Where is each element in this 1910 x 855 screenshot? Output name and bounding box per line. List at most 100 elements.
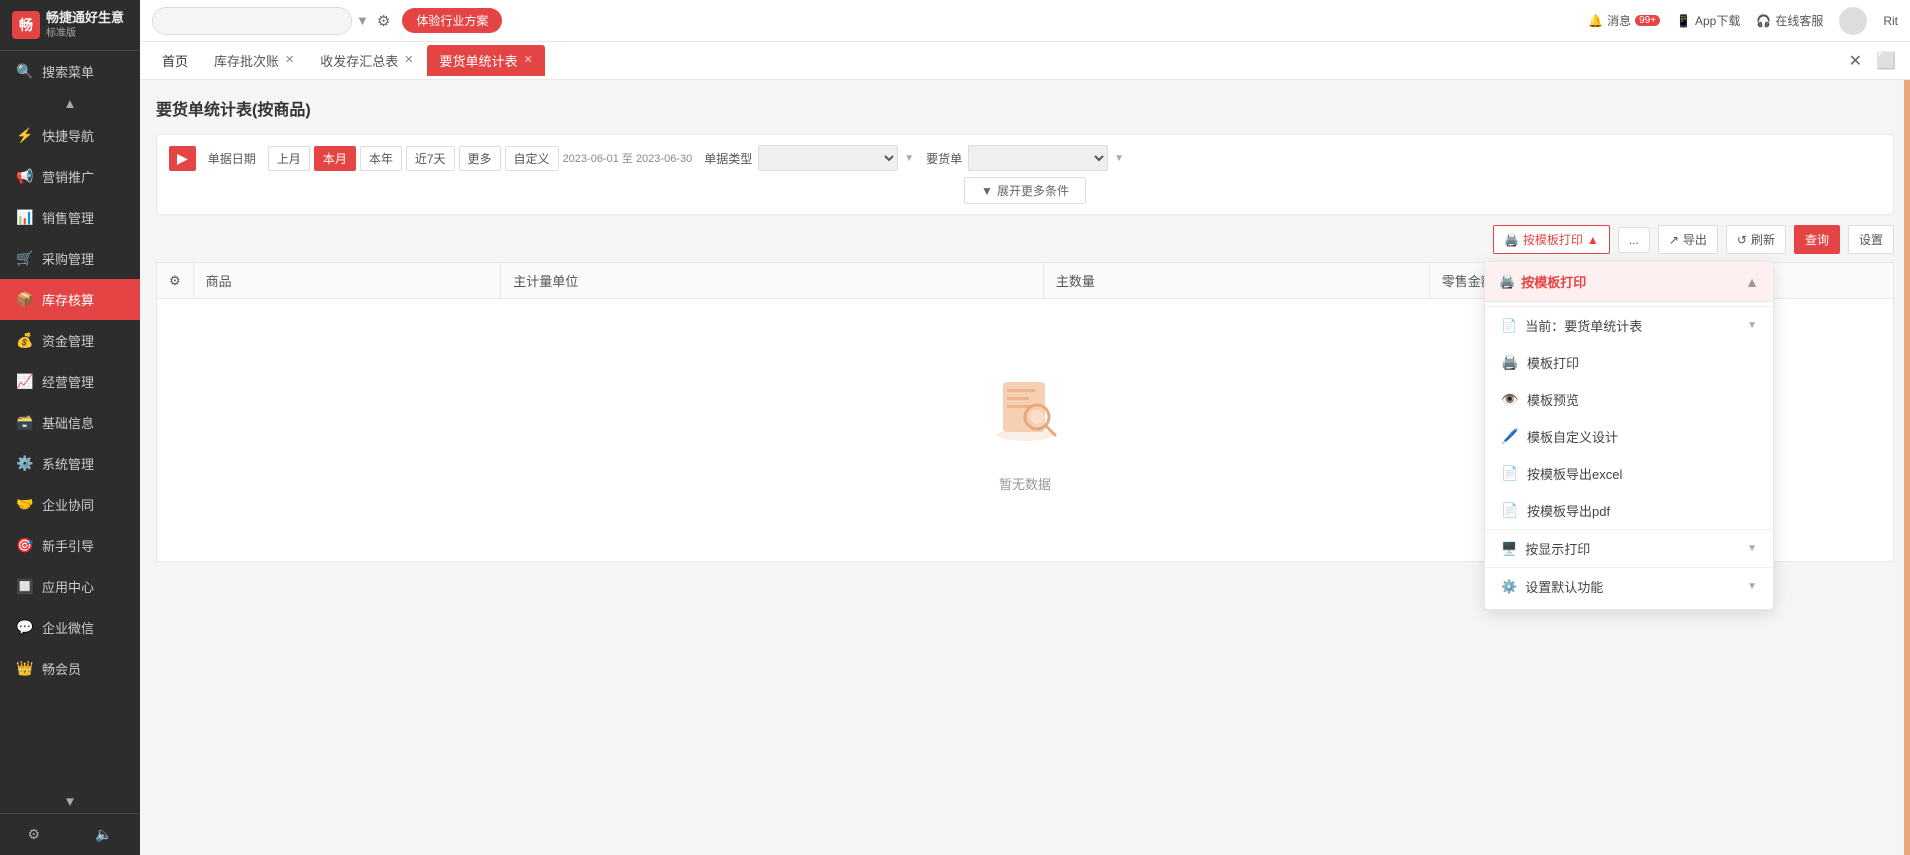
tab-restore-btn[interactable]: ⬜ <box>1872 49 1900 73</box>
sidebar-item-label: 采购管理 <box>42 249 94 268</box>
print-dropdown-icon: 🖨️ <box>1499 274 1515 290</box>
tab-home[interactable]: 首页 <box>150 45 200 76</box>
online-service-button[interactable]: 🎧 在线客服 <box>1756 12 1823 29</box>
sidebar-item-label: 资金管理 <box>42 331 94 350</box>
sidebar-item-label: 基础信息 <box>42 413 94 432</box>
set-default-item[interactable]: ⚙️ 设置默认功能 ▼ <box>1485 567 1773 605</box>
trial-button[interactable]: 体验行业方案 <box>402 8 502 33</box>
messages-button[interactable]: 🔔 消息 99+ <box>1588 12 1660 29</box>
headset-icon: 🎧 <box>1756 14 1771 28</box>
purchase-icon: 🛒 <box>16 249 34 267</box>
sidebar-item-label: 搜索菜单 <box>42 62 94 81</box>
refresh-label: 刷新 <box>1751 231 1775 248</box>
tab-close-all-btn[interactable]: ✕ <box>1845 49 1866 73</box>
settings-table-btn[interactable]: 设置 <box>1848 225 1894 254</box>
sidebar-item-label: 应用中心 <box>42 577 94 596</box>
sidebar-item-search[interactable]: 🔍 搜索菜单 <box>0 51 140 92</box>
date-current-year-btn[interactable]: 本年 <box>360 146 402 171</box>
finance-icon: 💰 <box>16 331 34 349</box>
more-label: ... <box>1629 233 1639 247</box>
print-dropdown-header: 🖨️ 按模板打印 ▲ <box>1485 262 1773 302</box>
topbar-right: 🔔 消息 99+ 📱 App下载 🎧 在线客服 Rit <box>1588 7 1898 35</box>
sidebar-item-purchase[interactable]: 🛒 采购管理 <box>0 238 140 279</box>
col-unit: 主计量单位 <box>501 263 1044 299</box>
print-dropdown: 🖨️ 按模板打印 ▲ 📄 当前：要货单统计表 ▼ 🖨️ <box>1484 261 1774 610</box>
sidebar-item-finance[interactable]: 💰 资金管理 <box>0 320 140 361</box>
order-type-label: 要货单 <box>926 150 962 167</box>
app-name: 畅捷通好生意 <box>46 10 124 27</box>
sidebar-item-sales[interactable]: 📊 销售管理 <box>0 197 140 238</box>
design-icon: 🖊️ <box>1501 428 1519 445</box>
messages-label: 消息 <box>1607 12 1631 29</box>
tab-batch[interactable]: 库存批次账 ✕ <box>202 45 306 76</box>
sidebar-item-collab[interactable]: 🤝 企业协同 <box>0 484 140 525</box>
template-design-item[interactable]: 🖊️ 模板自定义设计 <box>1485 418 1773 455</box>
query-btn[interactable]: 查询 <box>1794 225 1840 254</box>
print-dropdown-close-btn[interactable]: ▲ <box>1745 274 1759 290</box>
print-template-btn[interactable]: 🖨️ 按模板打印 ▲ <box>1493 225 1610 254</box>
guide-icon: 🎯 <box>16 536 34 554</box>
topbar-chevron-icon[interactable]: ▼ <box>356 13 369 28</box>
app-logo-text: 畅捷通好生意 标准版 <box>46 10 124 40</box>
operation-icon: 📈 <box>16 372 34 390</box>
date-prev-month-btn[interactable]: 上月 <box>268 146 310 171</box>
display-print-label: 按显示打印 <box>1525 539 1590 558</box>
sidebar-scroll-up[interactable]: ▲ <box>0 92 140 115</box>
tab-order-stat-close[interactable]: ✕ <box>524 55 533 66</box>
messages-badge: 99+ <box>1635 15 1660 26</box>
refresh-btn[interactable]: ↺ 刷新 <box>1726 225 1786 254</box>
topbar-search-input[interactable] <box>152 7 352 35</box>
template-preview-item[interactable]: 👁️ 模板预览 <box>1485 381 1773 418</box>
expand-more-btn[interactable]: ▼ 展开更多条件 <box>964 177 1086 204</box>
doc-type-chevron-icon: ▼ <box>904 153 914 164</box>
sidebar-item-member[interactable]: 👑 畅会员 <box>0 648 140 689</box>
date-current-month-btn[interactable]: 本月 <box>314 146 356 171</box>
print-btn-label: 按模板打印 <box>1523 231 1583 248</box>
settings-bottom-btn[interactable]: ⚙ <box>20 822 49 847</box>
sidebar-item-quick[interactable]: ⚡ 快捷导航 <box>0 115 140 156</box>
tab-batch-label: 库存批次账 <box>214 51 279 70</box>
template-print-item[interactable]: 🖨️ 模板打印 <box>1485 344 1773 381</box>
tab-receipt[interactable]: 收发存汇总表 ✕ <box>308 45 425 76</box>
date-custom-btn[interactable]: 自定义 <box>505 146 559 171</box>
display-print-left: 🖥️ 按显示打印 <box>1501 539 1590 558</box>
sidebar-nav: ⚡ 快捷导航 📢 营销推广 📊 销售管理 🛒 采购管理 📦 库存核算 💰 资金管… <box>0 115 140 790</box>
sidebar-item-guide[interactable]: 🎯 新手引导 <box>0 525 140 566</box>
topbar-gear-icon[interactable]: ⚙ <box>377 12 390 30</box>
sidebar-item-apps[interactable]: 🔲 应用中心 <box>0 566 140 607</box>
date-more-btn[interactable]: 更多 <box>459 146 501 171</box>
order-type-select[interactable] <box>968 145 1108 171</box>
sidebar-scroll-down[interactable]: ▼ <box>0 790 140 813</box>
sidebar-item-system[interactable]: ⚙️ 系统管理 <box>0 443 140 484</box>
export-btn[interactable]: ↗ 导出 <box>1658 225 1718 254</box>
sidebar-item-inventory[interactable]: 📦 库存核算 <box>0 279 140 320</box>
tab-receipt-close[interactable]: ✕ <box>404 55 413 66</box>
settings-col-icon[interactable]: ⚙ <box>169 273 181 288</box>
doc-type-select[interactable] <box>758 145 898 171</box>
current-template-item[interactable]: 📄 当前：要货单统计表 ▼ <box>1485 306 1773 344</box>
date-last7-btn[interactable]: 近7天 <box>406 146 455 171</box>
template-export-excel-item[interactable]: 📄 按模板导出excel <box>1485 455 1773 492</box>
filter-bar: ▶ 单据日期 上月 本月 本年 近7天 更多 自定义 2023-06-01 至 … <box>156 134 1894 215</box>
more-btn[interactable]: ... <box>1618 227 1650 253</box>
username-label[interactable]: Rit <box>1883 14 1898 28</box>
template-export-pdf-item[interactable]: 📄 按模板导出pdf <box>1485 492 1773 529</box>
app-download-button[interactable]: 📱 App下载 <box>1676 12 1740 29</box>
filter-expand-btn[interactable]: ▶ <box>169 146 196 171</box>
display-print-item[interactable]: 🖥️ 按显示打印 ▼ <box>1485 529 1773 567</box>
sales-icon: 📊 <box>16 208 34 226</box>
sound-bottom-btn[interactable]: 🔈 <box>87 822 120 847</box>
tab-batch-close[interactable]: ✕ <box>285 55 294 66</box>
user-avatar[interactable] <box>1839 7 1867 35</box>
sidebar-item-basic[interactable]: 🗃️ 基础信息 <box>0 402 140 443</box>
sidebar-bottom: ⚙ 🔈 <box>0 813 140 855</box>
sidebar-item-wechat[interactable]: 💬 企业微信 <box>0 607 140 648</box>
sidebar-item-operation[interactable]: 📈 经营管理 <box>0 361 140 402</box>
download-icon: 📱 <box>1676 14 1691 28</box>
current-template-left: 📄 当前：要货单统计表 <box>1501 316 1642 335</box>
empty-illustration <box>985 367 1065 462</box>
tab-order-stat[interactable]: 要货单统计表 ✕ <box>427 45 544 76</box>
resize-handle[interactable] <box>1904 80 1910 855</box>
sidebar-item-marketing[interactable]: 📢 营销推广 <box>0 156 140 197</box>
filter-expand-more: ▼ 展开更多条件 <box>169 171 1881 204</box>
